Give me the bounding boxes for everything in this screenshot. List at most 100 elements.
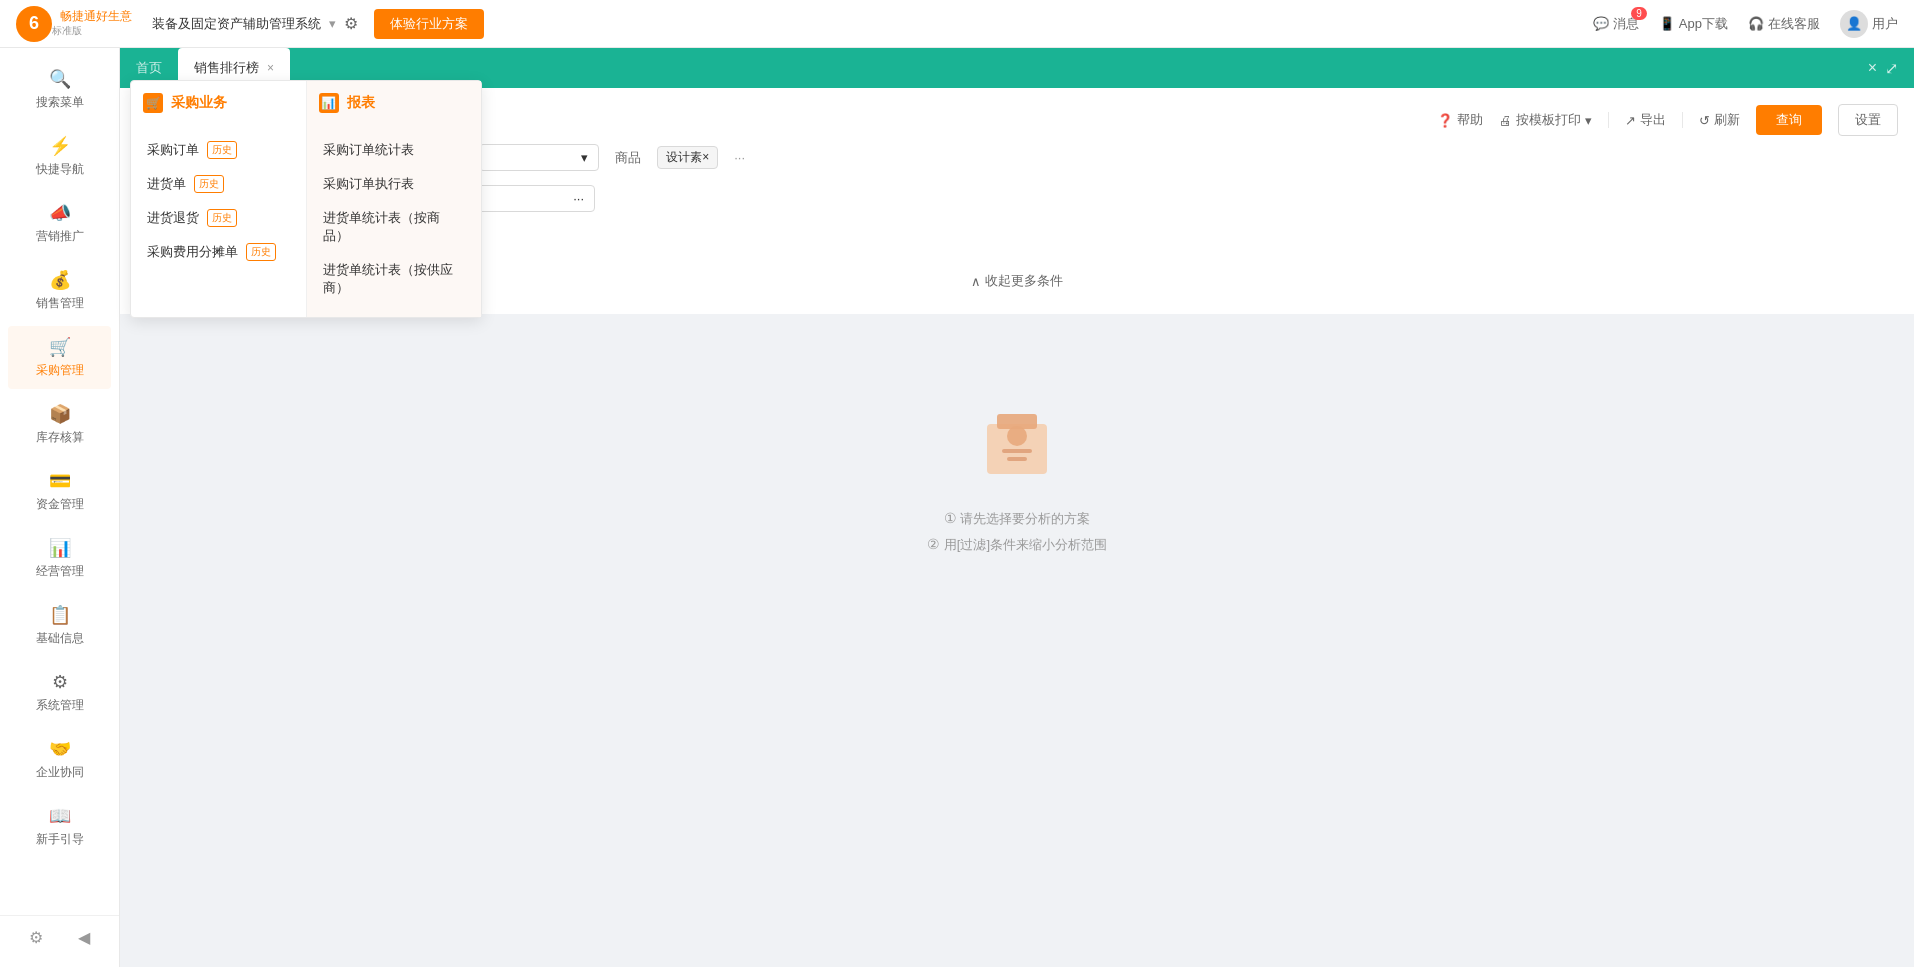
expand-icon[interactable]: ⤢ bbox=[1885, 59, 1898, 78]
report-1-label: 采购订单执行表 bbox=[323, 175, 414, 193]
user-btn[interactable]: 👤 用户 bbox=[1840, 10, 1898, 38]
dropdown-item-report-1[interactable]: 采购订单执行表 bbox=[319, 167, 470, 201]
online-service-label: 在线客服 bbox=[1768, 15, 1820, 33]
report-3-label: 进货单统计表（按供应商） bbox=[323, 261, 466, 297]
app-download-btn[interactable]: 📱 App下载 bbox=[1659, 15, 1728, 33]
box-icon: 📦 bbox=[49, 403, 71, 425]
svg-rect-3 bbox=[1002, 449, 1032, 453]
query-button[interactable]: 查询 bbox=[1756, 105, 1822, 135]
gear-icon: ⚙ bbox=[52, 671, 68, 693]
sidebar-item-sales[interactable]: 💰 销售管理 bbox=[8, 259, 111, 322]
export-btn[interactable]: ↗ 导出 bbox=[1625, 111, 1666, 129]
sidebar-item-label: 库存核算 bbox=[36, 429, 84, 446]
purchase-expense-label: 采购费用分摊单 bbox=[147, 243, 238, 261]
dropdown-purchase-header: 🛒 采购业务 bbox=[143, 93, 294, 121]
sidebar-item-basic-info[interactable]: 📋 基础信息 bbox=[8, 594, 111, 657]
empty-illustration bbox=[967, 394, 1067, 494]
empty-tip-2: ② 用[过滤]条件来缩小分析范围 bbox=[927, 536, 1107, 554]
sidebar-item-finance[interactable]: 💳 资金管理 bbox=[8, 460, 111, 523]
settings-bottom-icon[interactable]: ⚙ bbox=[29, 928, 43, 947]
dropdown-item-purchase-return[interactable]: 进货退货 历史 bbox=[143, 201, 294, 235]
salesman-arrow: ··· bbox=[573, 191, 584, 206]
report-header-icon: 📊 bbox=[319, 93, 339, 113]
refresh-icon: ↺ bbox=[1699, 113, 1710, 128]
logo-icon: 6 bbox=[16, 6, 52, 42]
dropdown-item-purchase-in[interactable]: 进货单 历史 bbox=[143, 167, 294, 201]
history-badge-0: 历史 bbox=[207, 141, 237, 159]
phone-icon: 📱 bbox=[1659, 16, 1675, 31]
dropdown-menu: 🛒 采购业务 采购订单 历史 进货单 历史 进货退货 历史 采购费用分摊单 历史… bbox=[130, 80, 482, 318]
sidebar-item-purchase[interactable]: 🛒 采购管理 bbox=[8, 326, 111, 389]
sidebar-item-label: 销售管理 bbox=[36, 295, 84, 312]
goods-more-icon[interactable]: ··· bbox=[734, 150, 745, 165]
app-download-label: App下载 bbox=[1679, 15, 1728, 33]
refresh-btn[interactable]: ↺ 刷新 bbox=[1699, 111, 1740, 129]
sidebar-item-guide[interactable]: 📖 新手引导 bbox=[8, 795, 111, 858]
sidebar-item-system[interactable]: ⚙ 系统管理 bbox=[8, 661, 111, 724]
megaphone-icon: 📣 bbox=[49, 202, 71, 224]
logo: 6 畅捷通好生意 标准版 bbox=[16, 6, 136, 42]
sidebar-item-inventory[interactable]: 📦 库存核算 bbox=[8, 393, 111, 456]
cart-icon: 🛒 bbox=[49, 336, 71, 358]
sidebar-item-business[interactable]: 📊 经营管理 bbox=[8, 527, 111, 590]
settings-button[interactable]: 设置 bbox=[1838, 104, 1898, 136]
sidebar-item-label: 资金管理 bbox=[36, 496, 84, 513]
sidebar-item-quick-nav[interactable]: ⚡ 快捷导航 bbox=[8, 125, 111, 188]
refresh-label: 刷新 bbox=[1714, 111, 1740, 129]
dropdown-item-purchase-expense[interactable]: 采购费用分摊单 历史 bbox=[143, 235, 294, 269]
search-icon: 🔍 bbox=[49, 68, 71, 90]
empty-tip-1-text: 请先选择要分析的方案 bbox=[960, 511, 1090, 526]
clipboard-icon: 📋 bbox=[49, 604, 71, 626]
money-icon: 💰 bbox=[49, 269, 71, 291]
purchase-return-label: 进货退货 bbox=[147, 209, 199, 227]
sidebar-item-label: 基础信息 bbox=[36, 630, 84, 647]
voucher-status-arrow: ▾ bbox=[581, 150, 588, 165]
tab-sales-rank-label: 销售排行榜 bbox=[194, 59, 259, 77]
purchase-order-label: 采购订单 bbox=[147, 141, 199, 159]
dropdown-item-purchase-order[interactable]: 采购订单 历史 bbox=[143, 133, 294, 167]
sidebar-item-label: 采购管理 bbox=[36, 362, 84, 379]
dropdown-item-report-0[interactable]: 采购订单统计表 bbox=[319, 133, 470, 167]
export-icon: ↗ bbox=[1625, 113, 1636, 128]
tab-bar-right: × ⤢ bbox=[1868, 59, 1914, 78]
sidebar-item-search[interactable]: 🔍 搜索菜单 bbox=[8, 58, 111, 121]
tab-close-icon[interactable]: × bbox=[267, 61, 274, 75]
sidebar-item-label: 营销推广 bbox=[36, 228, 84, 245]
empty-tip-1: ① 请先选择要分析的方案 bbox=[944, 510, 1091, 528]
purchase-header-icon: 🛒 bbox=[143, 93, 163, 113]
purchase-header-label: 采购业务 bbox=[171, 94, 227, 112]
sidebar-item-label: 系统管理 bbox=[36, 697, 84, 714]
divider2 bbox=[1682, 112, 1683, 128]
sidebar-item-label: 企业协同 bbox=[36, 764, 84, 781]
close-window-icon[interactable]: × bbox=[1868, 59, 1877, 77]
online-service-btn[interactable]: 🎧 在线客服 bbox=[1748, 15, 1820, 33]
help-label: 帮助 bbox=[1457, 111, 1483, 129]
dropdown-report-col: 📊 报表 采购订单统计表 采购订单执行表 进货单统计表（按商品） 进货单统计表（… bbox=[306, 81, 482, 317]
sidebar-item-marketing[interactable]: 📣 营销推广 bbox=[8, 192, 111, 255]
sidebar-item-cooperation[interactable]: 🤝 企业协同 bbox=[8, 728, 111, 791]
top-bar: 6 畅捷通好生意 标准版 装备及固定资产辅助管理系统 ▾ ⚙ 体验行业方案 💬 … bbox=[0, 0, 1914, 48]
goods-tag-value: 设计素× bbox=[666, 149, 709, 166]
export-label: 导出 bbox=[1640, 111, 1666, 129]
settings-icon[interactable]: ⚙ bbox=[344, 14, 358, 33]
dropdown-item-report-2[interactable]: 进货单统计表（按商品） bbox=[319, 201, 470, 253]
logo-sub: 标准版 bbox=[52, 24, 132, 38]
voucher-status-select[interactable]: ▾ bbox=[479, 144, 599, 171]
messages-btn[interactable]: 💬 消息 9 bbox=[1593, 15, 1639, 33]
report-0-label: 采购订单统计表 bbox=[323, 141, 414, 159]
help-btn[interactable]: ❓ 帮助 bbox=[1437, 111, 1483, 129]
system-arrow-icon[interactable]: ▾ bbox=[329, 16, 336, 31]
dropdown-item-report-3[interactable]: 进货单统计表（按供应商） bbox=[319, 253, 470, 305]
user-label: 用户 bbox=[1872, 15, 1898, 33]
message-icon: 💬 bbox=[1593, 16, 1609, 31]
logo-title: 畅捷通好生意 bbox=[60, 9, 132, 25]
svg-point-2 bbox=[1007, 426, 1027, 446]
print-btn[interactable]: 🖨 按模板打印 ▾ bbox=[1499, 111, 1592, 129]
collapse-icon: ∧ bbox=[971, 274, 981, 289]
dropdown-report-header: 📊 报表 bbox=[319, 93, 470, 121]
collapse-sidebar-icon[interactable]: ◀ bbox=[78, 928, 90, 947]
help-icon: ❓ bbox=[1437, 113, 1453, 128]
sidebar-item-label: 搜索菜单 bbox=[36, 94, 84, 111]
industry-button[interactable]: 体验行业方案 bbox=[374, 9, 484, 39]
history-badge-1: 历史 bbox=[194, 175, 224, 193]
